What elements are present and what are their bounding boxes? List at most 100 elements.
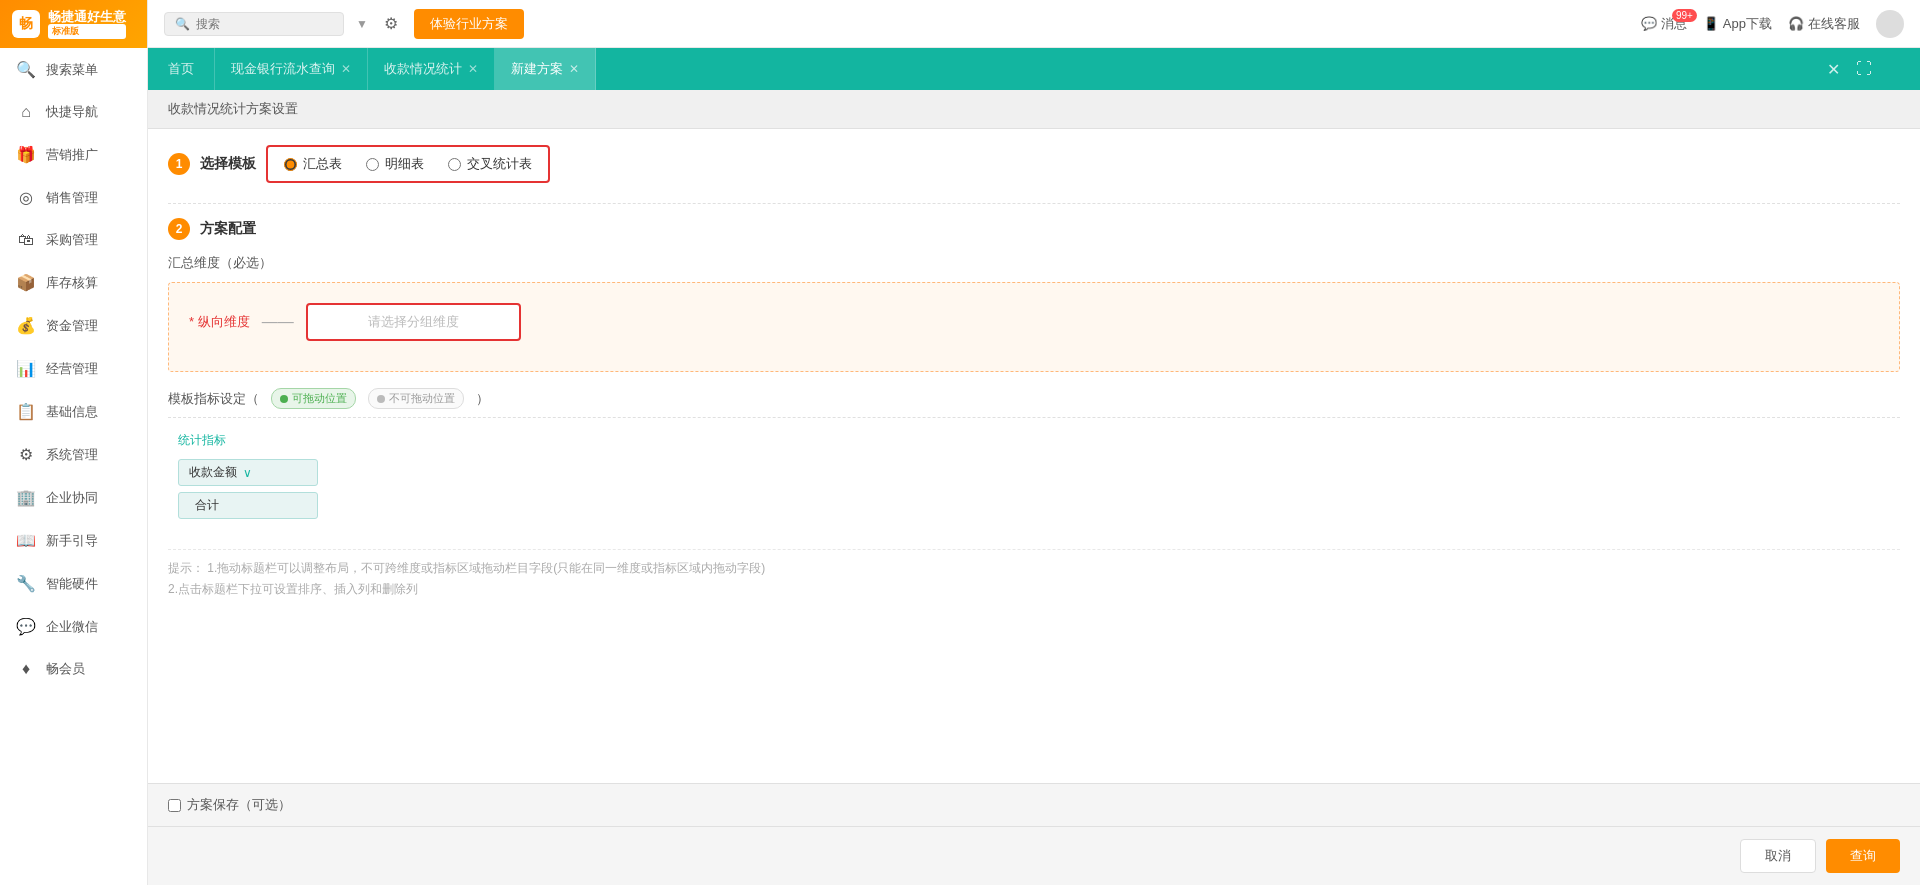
- metrics-subtag-total: 合计: [178, 492, 318, 519]
- save-checkbox-label[interactable]: 方案保存（可选）: [168, 796, 291, 814]
- app-download-item[interactable]: 📱 App下载: [1703, 15, 1772, 33]
- sidebar-item-label: 企业微信: [46, 618, 98, 636]
- logo-icon: 畅: [12, 10, 40, 38]
- step1-section: 1 选择模板 汇总表 明细表 交叉统计表: [168, 145, 1900, 183]
- step1-title: 选择模板: [200, 155, 256, 173]
- sidebar-item-corp-wechat[interactable]: 💬 企业微信: [0, 605, 147, 648]
- basic-info-icon: 📋: [16, 402, 36, 421]
- main-area: 🔍 ▼ ⚙ 体验行业方案 💬 消息 99+ 📱 App下载 🎧 在线客服: [148, 0, 1920, 885]
- headset-icon: 🎧: [1788, 16, 1804, 31]
- radio-summary[interactable]: 汇总表: [284, 155, 342, 173]
- metrics-header: 模板指标设定（ 可拖动位置 不可拖动位置 ）: [168, 388, 1900, 418]
- radio-detail[interactable]: 明细表: [366, 155, 424, 173]
- tab-receipt-stat[interactable]: 收款情况统计 ✕: [368, 48, 495, 90]
- sidebar-item-label: 企业协同: [46, 489, 98, 507]
- non-draggable-badge: 不可拖动位置: [368, 388, 464, 409]
- step2-title: 方案配置: [200, 220, 256, 238]
- metrics-tag-amount[interactable]: 收款金额 ∨: [178, 459, 318, 486]
- sidebar-item-operation[interactable]: 📊 经营管理: [0, 347, 147, 390]
- notification-item[interactable]: 💬 消息 99+: [1641, 15, 1687, 33]
- metrics-tags-container: 收款金额 ∨ 合计: [178, 459, 318, 519]
- search-menu-icon: 🔍: [16, 60, 36, 79]
- gear-icon[interactable]: ⚙: [380, 10, 402, 37]
- operation-icon: 📊: [16, 359, 36, 378]
- sidebar-nav: 🔍 搜索菜单 ⌂ 快捷导航 🎁 营销推广 ◎ 销售管理 🛍 采购管理 📦 库存核…: [0, 48, 147, 885]
- close-window-icon[interactable]: ✕: [1823, 60, 1844, 79]
- dimension-select-button[interactable]: 请选择分组维度: [306, 303, 521, 341]
- radio-detail-label: 明细表: [385, 155, 424, 173]
- metrics-label-close: ）: [476, 390, 489, 408]
- sidebar-item-sales[interactable]: ◎ 销售管理: [0, 176, 147, 219]
- sidebar-item-label: 系统管理: [46, 446, 98, 464]
- sidebar-item-label: 快捷导航: [46, 103, 98, 121]
- online-service-item[interactable]: 🎧 在线客服: [1788, 15, 1860, 33]
- tab-cash-query-close[interactable]: ✕: [341, 62, 351, 76]
- sidebar-item-label: 新手引导: [46, 532, 98, 550]
- sidebar-item-system[interactable]: ⚙ 系统管理: [0, 433, 147, 476]
- quick-nav-icon: ⌂: [16, 103, 36, 121]
- green-dot-icon: [280, 395, 288, 403]
- dimension-config-label: 汇总维度（必选）: [168, 254, 1900, 272]
- sidebar-item-label: 资金管理: [46, 317, 98, 335]
- tab-new-plan-close[interactable]: ✕: [569, 62, 579, 76]
- radio-summary-input[interactable]: [284, 158, 297, 171]
- search-input[interactable]: [196, 17, 333, 31]
- tab-new-plan[interactable]: 新建方案 ✕: [495, 48, 596, 90]
- query-button[interactable]: 查询: [1826, 839, 1900, 873]
- corp-wechat-icon: 💬: [16, 617, 36, 636]
- tag-dropdown-icon[interactable]: ∨: [243, 466, 252, 480]
- sidebar-item-label: 畅会员: [46, 660, 85, 678]
- sidebar-item-finance[interactable]: 💰 资金管理: [0, 304, 147, 347]
- hint-1: 提示： 1.拖动标题栏可以调整布局，不可跨维度或指标区域拖动栏目字段(只能在同一…: [168, 560, 1900, 577]
- sidebar-item-label: 采购管理: [46, 231, 98, 249]
- tab-new-plan-label: 新建方案: [511, 60, 563, 78]
- sidebar-item-smart-hw[interactable]: 🔧 智能硬件: [0, 562, 147, 605]
- avatar[interactable]: [1876, 10, 1904, 38]
- draggable-badge: 可拖动位置: [271, 388, 356, 409]
- tab-cash-query[interactable]: 现金银行流水查询 ✕: [215, 48, 368, 90]
- step1-badge: 1: [168, 153, 190, 175]
- arrow-icon: ——: [262, 313, 294, 331]
- sidebar-item-label: 搜索菜单: [46, 61, 98, 79]
- search-icon: 🔍: [175, 17, 190, 31]
- inventory-icon: 📦: [16, 273, 36, 292]
- sidebar-item-newbie[interactable]: 📖 新手引导: [0, 519, 147, 562]
- tab-home[interactable]: 首页: [148, 48, 215, 90]
- sidebar-item-marketing[interactable]: 🎁 营销推广: [0, 133, 147, 176]
- tabbar-actions: ✕ ⛶: [1823, 60, 1880, 79]
- sidebar-item-inventory[interactable]: 📦 库存核算: [0, 261, 147, 304]
- stat-label: 统计指标: [178, 428, 1900, 453]
- cancel-button[interactable]: 取消: [1740, 839, 1816, 873]
- tab-receipt-stat-close[interactable]: ✕: [468, 62, 478, 76]
- metrics-table-area: 统计指标 收款金额 ∨ 合计: [168, 428, 1900, 529]
- sidebar-item-corp-collab[interactable]: 🏢 企业协同: [0, 476, 147, 519]
- sidebar: 畅 畅捷通好生意 标准版 🔍 搜索菜单 ⌂ 快捷导航 🎁 营销推广 ◎ 销售管理…: [0, 0, 148, 885]
- sidebar-item-vip[interactable]: ♦ 畅会员: [0, 648, 147, 690]
- radio-summary-label: 汇总表: [303, 155, 342, 173]
- vip-icon: ♦: [16, 660, 36, 678]
- search-box[interactable]: 🔍: [164, 12, 344, 36]
- marketing-icon: 🎁: [16, 145, 36, 164]
- topbar: 🔍 ▼ ⚙ 体验行业方案 💬 消息 99+ 📱 App下载 🎧 在线客服: [148, 0, 1920, 48]
- sidebar-item-quick-nav[interactable]: ⌂ 快捷导航: [0, 91, 147, 133]
- sidebar-item-label: 营销推广: [46, 146, 98, 164]
- logo-badge: 标准版: [48, 24, 126, 39]
- app-icon: 📱: [1703, 16, 1719, 31]
- dimension-row: * 纵向维度 —— 请选择分组维度: [189, 303, 1879, 341]
- sidebar-item-search-menu[interactable]: 🔍 搜索菜单: [0, 48, 147, 91]
- tab-cash-query-label: 现金银行流水查询: [231, 60, 335, 78]
- trial-button[interactable]: 体验行业方案: [414, 9, 524, 39]
- step2-section: 2 方案配置 汇总维度（必选） * 纵向维度 —— 请选择分组维度: [168, 218, 1900, 598]
- radio-crosstab[interactable]: 交叉统计表: [448, 155, 532, 173]
- radio-detail-input[interactable]: [366, 158, 379, 171]
- template-options: 汇总表 明细表 交叉统计表: [266, 145, 550, 183]
- save-checkbox-input[interactable]: [168, 799, 181, 812]
- footer-bar: 取消 查询: [148, 826, 1920, 885]
- chevron-down-icon[interactable]: ▼: [356, 17, 368, 31]
- radio-crosstab-input[interactable]: [448, 158, 461, 171]
- expand-icon[interactable]: ⛶: [1852, 60, 1876, 79]
- logo-name: 畅捷通好生意: [48, 9, 126, 25]
- hint-section: 提示： 1.拖动标题栏可以调整布局，不可跨维度或指标区域拖动栏目字段(只能在同一…: [168, 549, 1900, 598]
- sidebar-item-basic-info[interactable]: 📋 基础信息: [0, 390, 147, 433]
- sidebar-item-purchase[interactable]: 🛍 采购管理: [0, 219, 147, 261]
